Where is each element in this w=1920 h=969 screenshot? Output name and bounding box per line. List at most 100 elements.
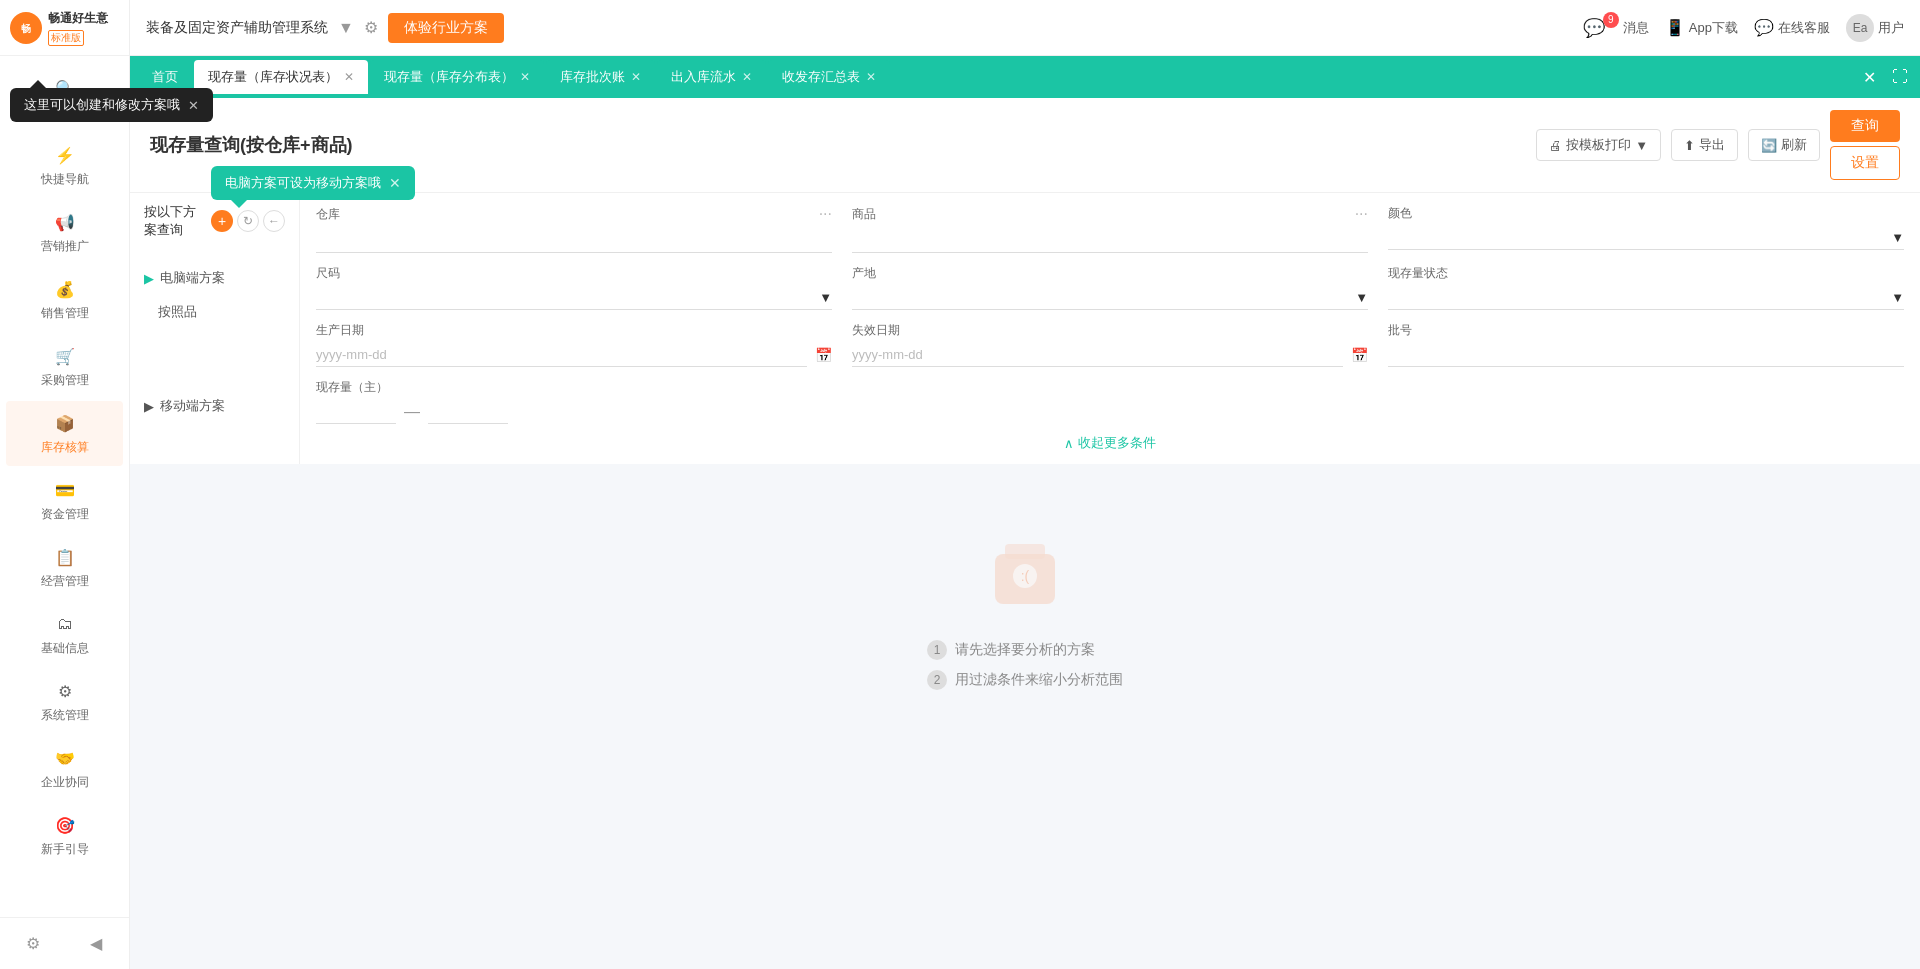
tab-inventory-dist-label: 现存量（库存分布表） — [384, 68, 514, 86]
sidebar-item-sales[interactable]: 💰 销售管理 — [6, 267, 123, 332]
edit-tooltip-close[interactable]: ✕ — [188, 98, 199, 113]
tab-in-out-flow-label: 出入库流水 — [671, 68, 736, 86]
empty-tips: 1 请先选择要分析的方案 2 用过滤条件来缩小分析范围 — [927, 640, 1123, 690]
export-btn[interactable]: ⬆ 导出 — [1671, 129, 1738, 161]
tab-inventory-dist[interactable]: 现存量（库存分布表） ✕ — [370, 60, 544, 94]
origin-select[interactable]: ▼ — [852, 286, 1368, 310]
sidebar-item-operation[interactable]: 📋 经营管理 — [6, 535, 123, 600]
sidebar-label-purchase: 采购管理 — [41, 372, 89, 389]
sidebar-item-base-info[interactable]: 🗂 基础信息 — [6, 602, 123, 667]
tab-in-out-flow-close[interactable]: ✕ — [742, 71, 752, 83]
tab-inventory-status[interactable]: 现存量（库存状况表） ✕ — [194, 60, 368, 94]
goods-dots[interactable]: ··· — [1355, 205, 1368, 223]
settings-btn[interactable]: 设置 — [1830, 146, 1900, 180]
produce-date-label: 生产日期 — [316, 322, 832, 339]
template-print-btn[interactable]: 🖨 按模板打印 ▼ — [1536, 129, 1661, 161]
trial-btn[interactable]: 体验行业方案 — [388, 13, 504, 43]
produce-date-label-text: 生产日期 — [316, 322, 364, 339]
add-tooltip: 电脑方案可设为移动方案哦 ✕ — [211, 166, 415, 200]
stock-status-label-text: 现存量状态 — [1388, 265, 1448, 282]
tip-num-2: 2 — [927, 670, 947, 690]
size-select[interactable]: ▼ — [316, 286, 832, 310]
sidebar-item-quick-nav[interactable]: ⚡ 快捷导航 — [6, 133, 123, 198]
collapse-btn[interactable]: ∧ 收起更多条件 — [316, 434, 1904, 452]
scheme-item-pc[interactable]: ▶ 电脑端方案 — [130, 261, 299, 295]
template-print-label: 按模板打印 — [1566, 136, 1631, 154]
tab-close-all[interactable]: ✕ — [1859, 66, 1880, 89]
search-btn[interactable]: 查询 — [1830, 110, 1900, 142]
stock-status-select[interactable]: ▼ — [1388, 286, 1904, 310]
service-icon: 💬 — [1754, 18, 1774, 37]
scheme-item-mobile[interactable]: ▶ 移动端方案 — [130, 389, 299, 423]
tabbar: 首页 现存量（库存状况表） ✕ 现存量（库存分布表） ✕ 库存批次账 ✕ 出入库… — [130, 56, 1920, 98]
sidebar-item-inventory[interactable]: 📦 库存核算 — [6, 401, 123, 466]
user-item[interactable]: Ea 用户 — [1846, 14, 1904, 42]
add-tooltip-text: 电脑方案可设为移动方案哦 — [225, 174, 381, 192]
sidebar-item-purchase[interactable]: 🛒 采购管理 — [6, 334, 123, 399]
stock-qty-label: 现存量（主） — [316, 379, 516, 396]
refresh-btn[interactable]: 🔄 刷新 — [1748, 129, 1820, 161]
add-tooltip-close[interactable]: ✕ — [389, 175, 401, 191]
sidebar-item-finance[interactable]: 💳 资金管理 — [6, 468, 123, 533]
sidebar: 畅 畅通好生意 标准版 🔍 搜索菜单 ⚡ 快捷导航 📢 营销推广 💰 销售管理 … — [0, 0, 130, 969]
sidebar-settings-btn[interactable]: ⚙ — [6, 928, 61, 959]
origin-dropdown-icon: ▼ — [1355, 290, 1368, 305]
filter-back-btn[interactable]: ← — [263, 210, 285, 232]
sidebar-bottom: ⚙ ◀ — [0, 917, 129, 969]
stock-qty-from[interactable] — [316, 400, 396, 424]
sidebar-item-system[interactable]: ⚙ 系统管理 — [6, 669, 123, 734]
dropdown-icon[interactable]: ▼ — [338, 19, 354, 37]
filter-batch-no: 批号 — [1388, 322, 1904, 367]
batch-no-input[interactable] — [1388, 343, 1904, 367]
export-label: 导出 — [1699, 136, 1725, 154]
collapse-label: 收起更多条件 — [1078, 434, 1156, 452]
refresh-icon: 🔄 — [1761, 138, 1777, 153]
edit-tooltip-text: 这里可以创建和修改方案哦 — [130, 98, 180, 114]
user-avatar: Ea — [1846, 14, 1874, 42]
color-dropdown-icon: ▼ — [1891, 230, 1904, 245]
collapse-chevron-up: ∧ — [1064, 436, 1074, 451]
page-actions: 🖨 按模板打印 ▼ ⬆ 导出 🔄 刷新 查询 设置 — [1536, 110, 1900, 180]
filter-warehouse: 仓库 ··· — [316, 205, 832, 253]
online-service-item[interactable]: 💬 在线客服 — [1754, 18, 1830, 37]
expire-date-input[interactable] — [852, 343, 1343, 367]
logo-icon: 畅 — [10, 12, 42, 44]
filter-row-2: 尺码 ▼ 产地 ▼ — [316, 265, 1904, 310]
tab-inventory-status-close[interactable]: ✕ — [344, 71, 354, 83]
warehouse-dots[interactable]: ··· — [819, 205, 832, 223]
arrow-down-icon: ▶ — [144, 271, 154, 286]
filter-add-btn[interactable]: + — [211, 210, 233, 232]
produce-date-calendar-icon[interactable]: 📅 — [815, 347, 832, 363]
notification-item[interactable]: 💬 9 9 消息 — [1583, 17, 1649, 39]
sidebar-item-guide[interactable]: 🎯 新手引导 — [6, 803, 123, 868]
color-label-text: 颜色 — [1388, 205, 1412, 222]
page-content: 现存量查询(按仓库+商品) 🖨 按模板打印 ▼ ⬆ 导出 🔄 刷新 查询 设 — [130, 98, 1920, 969]
logo-badge: 标准版 — [48, 30, 84, 46]
filter-refresh-btn[interactable]: ↻ — [237, 210, 259, 232]
tab-batch-ledger-close[interactable]: ✕ — [631, 71, 641, 83]
settings-icon[interactable]: ⚙ — [364, 18, 378, 37]
tab-expand[interactable]: ⛶ — [1888, 66, 1912, 88]
color-select[interactable]: ▼ — [1388, 226, 1904, 250]
stock-status-dropdown-icon: ▼ — [1891, 290, 1904, 305]
purchase-icon: 🛒 — [53, 344, 77, 368]
tab-receive-summary-close[interactable]: ✕ — [866, 71, 876, 83]
expire-date-calendar-icon[interactable]: 📅 — [1351, 347, 1368, 363]
expire-date-label-text: 失效日期 — [852, 322, 900, 339]
tab-receive-summary[interactable]: 收发存汇总表 ✕ — [768, 60, 890, 94]
tab-batch-ledger[interactable]: 库存批次账 ✕ — [546, 60, 655, 94]
app-download-item[interactable]: 📱 App下载 — [1665, 18, 1738, 37]
origin-label-text: 产地 — [852, 265, 876, 282]
tab-in-out-flow[interactable]: 出入库流水 ✕ — [657, 60, 766, 94]
settings-bottom-icon: ⚙ — [26, 934, 40, 953]
sidebar-item-marketing[interactable]: 📢 营销推广 — [6, 200, 123, 265]
stock-qty-to[interactable] — [428, 400, 508, 424]
sidebar-collapse-btn[interactable]: ◀ — [69, 928, 124, 959]
sidebar-item-enterprise[interactable]: 🤝 企业协同 — [6, 736, 123, 801]
system-icon: ⚙ — [53, 679, 77, 703]
batch-no-label: 批号 — [1388, 322, 1904, 339]
tab-inventory-dist-close[interactable]: ✕ — [520, 71, 530, 83]
sidebar-label-enterprise: 企业协同 — [41, 774, 89, 791]
scheme-item-pc-default[interactable]: 按照品 — [130, 295, 299, 329]
produce-date-input[interactable] — [316, 343, 807, 367]
